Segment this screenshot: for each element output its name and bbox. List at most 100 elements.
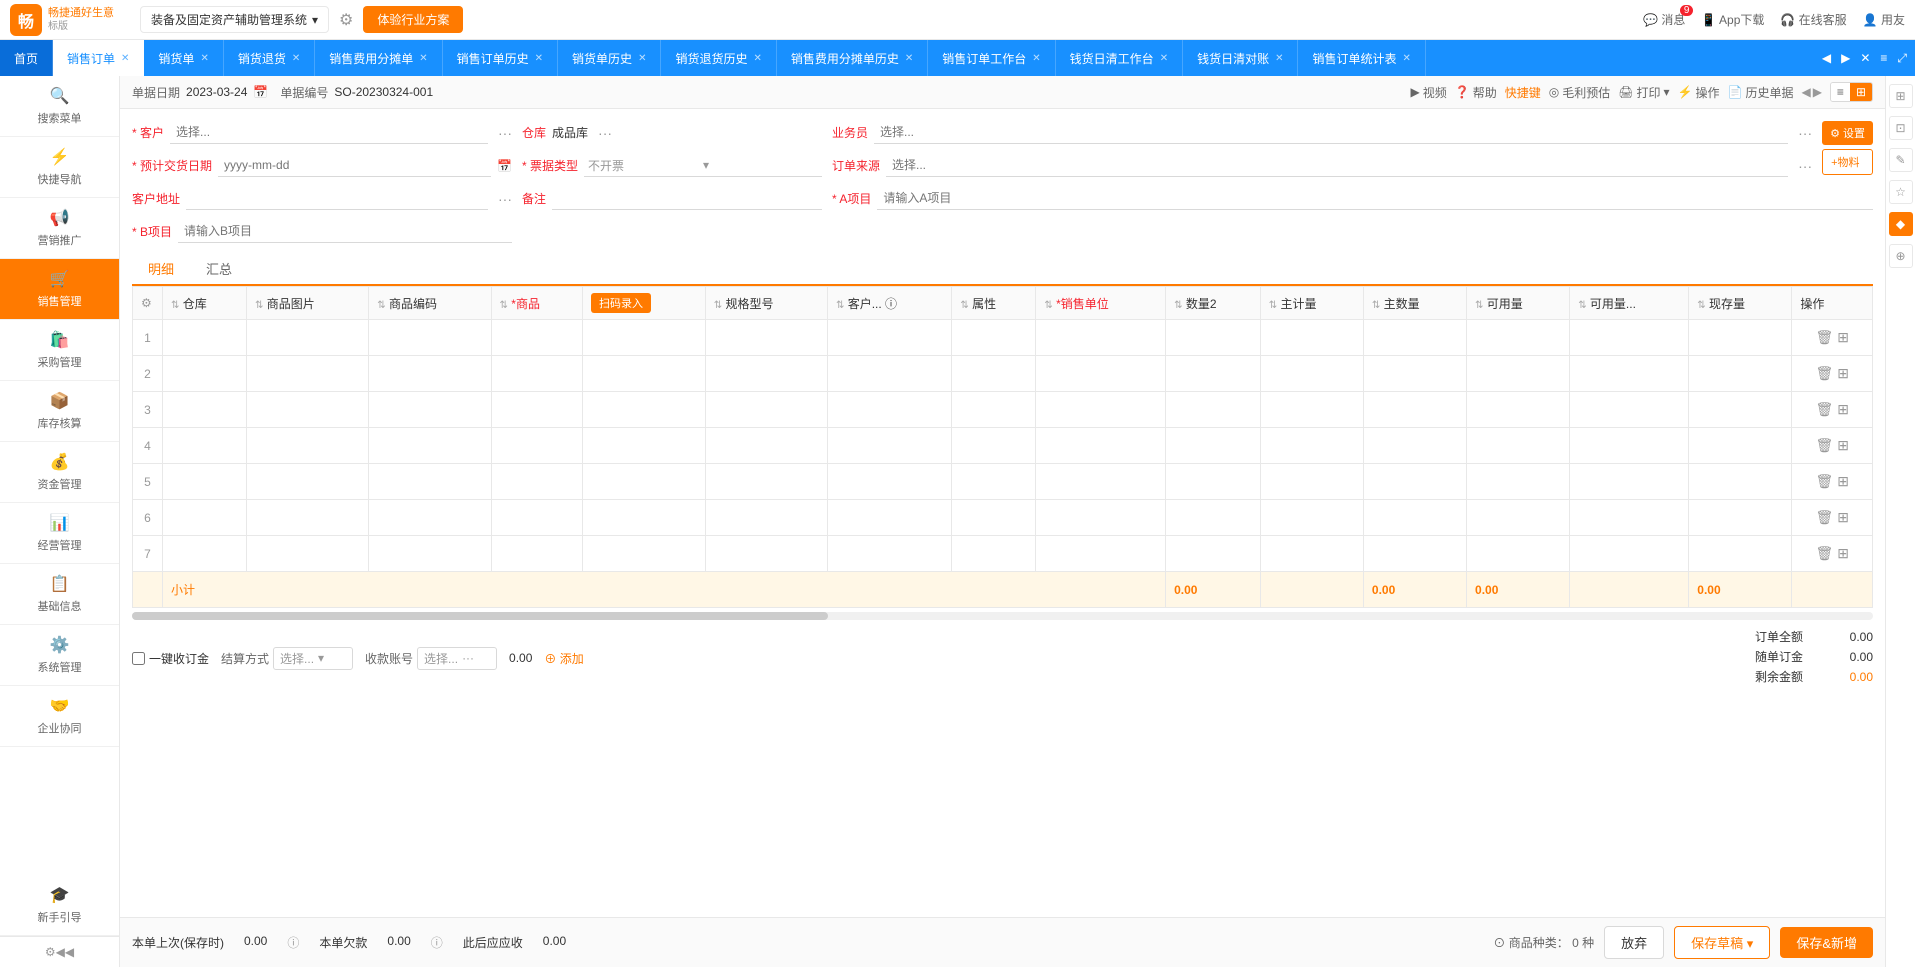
card-view-btn[interactable]: ⊞ (1850, 83, 1872, 101)
row-1-available2[interactable] (1570, 320, 1689, 356)
sidebar-item-operations[interactable]: 📊 经营管理 (0, 503, 119, 564)
staff-input[interactable] (874, 121, 1788, 144)
right-panel-btn-6[interactable]: ⊕ (1889, 244, 1913, 268)
row-1-copy-icon[interactable]: ⊞ (1837, 329, 1849, 346)
one-click-collection[interactable]: 一键收订金 (132, 650, 209, 667)
a-project-input[interactable] (877, 187, 1873, 210)
tab-invoice-history[interactable]: 销货单历史 ✕ (558, 40, 661, 76)
tab-workbench[interactable]: 销售订单工作台 ✕ (928, 40, 1055, 76)
history-btn[interactable]: 📄 历史单据 (1727, 84, 1793, 101)
row-5-delete-icon[interactable]: 🗑 (1815, 473, 1833, 490)
notification-area[interactable]: 💬 9 消息 (1643, 11, 1685, 28)
nav-expand-btn[interactable]: ⤢ (1893, 49, 1911, 68)
sidebar-item-purchase[interactable]: 🛍️ 采购管理 (0, 320, 119, 381)
row-1-image[interactable] (247, 320, 369, 356)
right-panel-btn-3[interactable]: ✎ (1889, 148, 1913, 172)
app-download[interactable]: 📱 App下载 (1701, 11, 1764, 28)
system-selector[interactable]: 装备及固定资产辅助管理系统 ▾ (140, 6, 329, 33)
row-3-delete-icon[interactable]: 🗑 (1815, 401, 1833, 418)
warehouse-more-icon[interactable]: ··· (598, 125, 612, 141)
invoice-type-select[interactable]: 不开票 ▾ (584, 155, 822, 177)
tab-expense-history[interactable]: 销售费用分摊单历史 ✕ (777, 40, 928, 76)
sidebar-item-sales[interactable]: 🛒 销售管理 (0, 259, 119, 320)
tab-sales-invoice[interactable]: 销货单 ✕ (144, 40, 223, 76)
user-menu[interactable]: 👤 用友 (1863, 11, 1905, 28)
operation-btn[interactable]: ⚡ 操作 (1678, 84, 1720, 101)
scrollbar-thumb[interactable] (132, 612, 828, 620)
save-new-btn[interactable]: 保存&新增 (1780, 927, 1873, 958)
sidebar-item-inventory[interactable]: 📦 库存核算 (0, 381, 119, 442)
tab-daily-reconcile[interactable]: 钱货日清对账 ✕ (1183, 40, 1298, 76)
row-6-copy-icon[interactable]: ⊞ (1837, 509, 1849, 526)
right-panel-btn-5[interactable]: ◆ (1889, 212, 1913, 236)
debt-info-icon[interactable]: ⓘ (431, 934, 443, 951)
row-1-delete-icon[interactable]: 🗑 (1815, 329, 1833, 346)
tab-sales-return[interactable]: 销货退货 ✕ (224, 40, 315, 76)
row-6-delete-icon[interactable]: 🗑 (1815, 509, 1833, 526)
row-1-main-measure[interactable] (1260, 320, 1363, 356)
scan-btn[interactable]: 扫码录入 (591, 293, 651, 313)
sidebar-item-guide[interactable]: 🎓 新手引导 (0, 875, 119, 936)
row-4-copy-icon[interactable]: ⊞ (1837, 437, 1849, 454)
list-view-btn[interactable]: ≡ (1831, 83, 1850, 101)
right-panel-btn-1[interactable]: ⊞ (1889, 84, 1913, 108)
settings-icon[interactable]: ⚙ (339, 10, 353, 30)
b-project-input[interactable] (178, 220, 512, 243)
discard-btn[interactable]: 放弃 (1604, 926, 1664, 959)
view-btn[interactable]: ▶ 视频 (1411, 84, 1447, 101)
sidebar-collapse-btn[interactable]: ⚙ ◀◀ (0, 936, 119, 967)
calendar2-icon[interactable]: 📅 (497, 159, 512, 173)
tab-stats[interactable]: 销售订单统计表 ✕ (1298, 40, 1425, 76)
settings-btn[interactable]: ⚙ 设置 (1822, 121, 1873, 145)
profit-btn[interactable]: ◎ 毛利预估 (1549, 84, 1611, 101)
nav-prev-btn[interactable]: ◀ (1818, 49, 1835, 67)
address-input[interactable] (186, 187, 488, 210)
tab-sales-expense[interactable]: 销售费用分摊单 ✕ (315, 40, 442, 76)
one-click-checkbox[interactable] (132, 652, 145, 665)
sidebar-item-finance[interactable]: 💰 资金管理 (0, 442, 119, 503)
tab-detail[interactable]: 明细 (132, 253, 190, 286)
order-source-more-icon[interactable]: ··· (1798, 158, 1812, 174)
tab-return-history[interactable]: 销货退货历史 ✕ (661, 40, 776, 76)
help-btn[interactable]: ❓ 帮助 (1455, 84, 1497, 101)
order-source-input[interactable] (886, 154, 1788, 177)
nav-close-btn[interactable]: ✕ (1856, 49, 1874, 67)
remark-input[interactable] (552, 187, 822, 210)
row-1-product[interactable] (491, 320, 582, 356)
row-4-delete-icon[interactable]: 🗑 (1815, 437, 1833, 454)
tab-sales-order[interactable]: 销售订单 ✕ (53, 40, 144, 76)
row-3-copy-icon[interactable]: ⊞ (1837, 401, 1849, 418)
row-5-copy-icon[interactable]: ⊞ (1837, 473, 1849, 490)
print-btn[interactable]: 🖨 打印 ▾ (1618, 84, 1669, 101)
right-panel-btn-4[interactable]: ☆ (1889, 180, 1913, 204)
horizontal-scrollbar[interactable] (132, 612, 1873, 620)
row-1-attr[interactable] (952, 320, 1036, 356)
tab-sales-order-history[interactable]: 销售订单历史 ✕ (443, 40, 558, 76)
sidebar-item-quicknav[interactable]: ⚡ 快捷导航 (0, 137, 119, 198)
sidebar-item-enterprise[interactable]: 🤝 企业协同 (0, 686, 119, 747)
row-1-unit[interactable] (1036, 320, 1166, 356)
sidebar-item-marketing[interactable]: 📢 营销推广 (0, 198, 119, 259)
row-7-copy-icon[interactable]: ⊞ (1837, 545, 1849, 562)
nav-left-btn[interactable]: ◀ (1801, 85, 1810, 99)
nav-right-btn[interactable]: ▶ (1813, 85, 1822, 99)
row-2-delete-icon[interactable]: 🗑 (1815, 365, 1833, 382)
nav-next-btn[interactable]: ▶ (1837, 49, 1854, 67)
row-1-spec[interactable] (705, 320, 827, 356)
row-1-current[interactable] (1689, 320, 1792, 356)
col-settings[interactable]: ⚙ (133, 287, 163, 320)
row-1-code[interactable] (369, 320, 491, 356)
industry-btn[interactable]: 体验行业方案 (363, 6, 463, 33)
last-save-info-icon[interactable]: ⓘ (287, 934, 299, 951)
sidebar-item-basic-info[interactable]: 📋 基础信息 (0, 564, 119, 625)
row-1-warehouse[interactable] (163, 320, 247, 356)
delivery-date-input[interactable] (218, 154, 491, 177)
customer-input[interactable] (170, 121, 488, 144)
row-1-qty2[interactable] (1166, 320, 1261, 356)
save-draft-btn[interactable]: 保存草稿 ▾ (1674, 926, 1770, 959)
tab-summary[interactable]: 汇总 (190, 253, 248, 284)
shortcut-btn[interactable]: 快捷键 (1505, 84, 1541, 101)
row-7-delete-icon[interactable]: 🗑 (1815, 545, 1833, 562)
tab-home[interactable]: 首页 (0, 40, 53, 76)
account-select[interactable]: 选择... ··· (417, 647, 497, 670)
